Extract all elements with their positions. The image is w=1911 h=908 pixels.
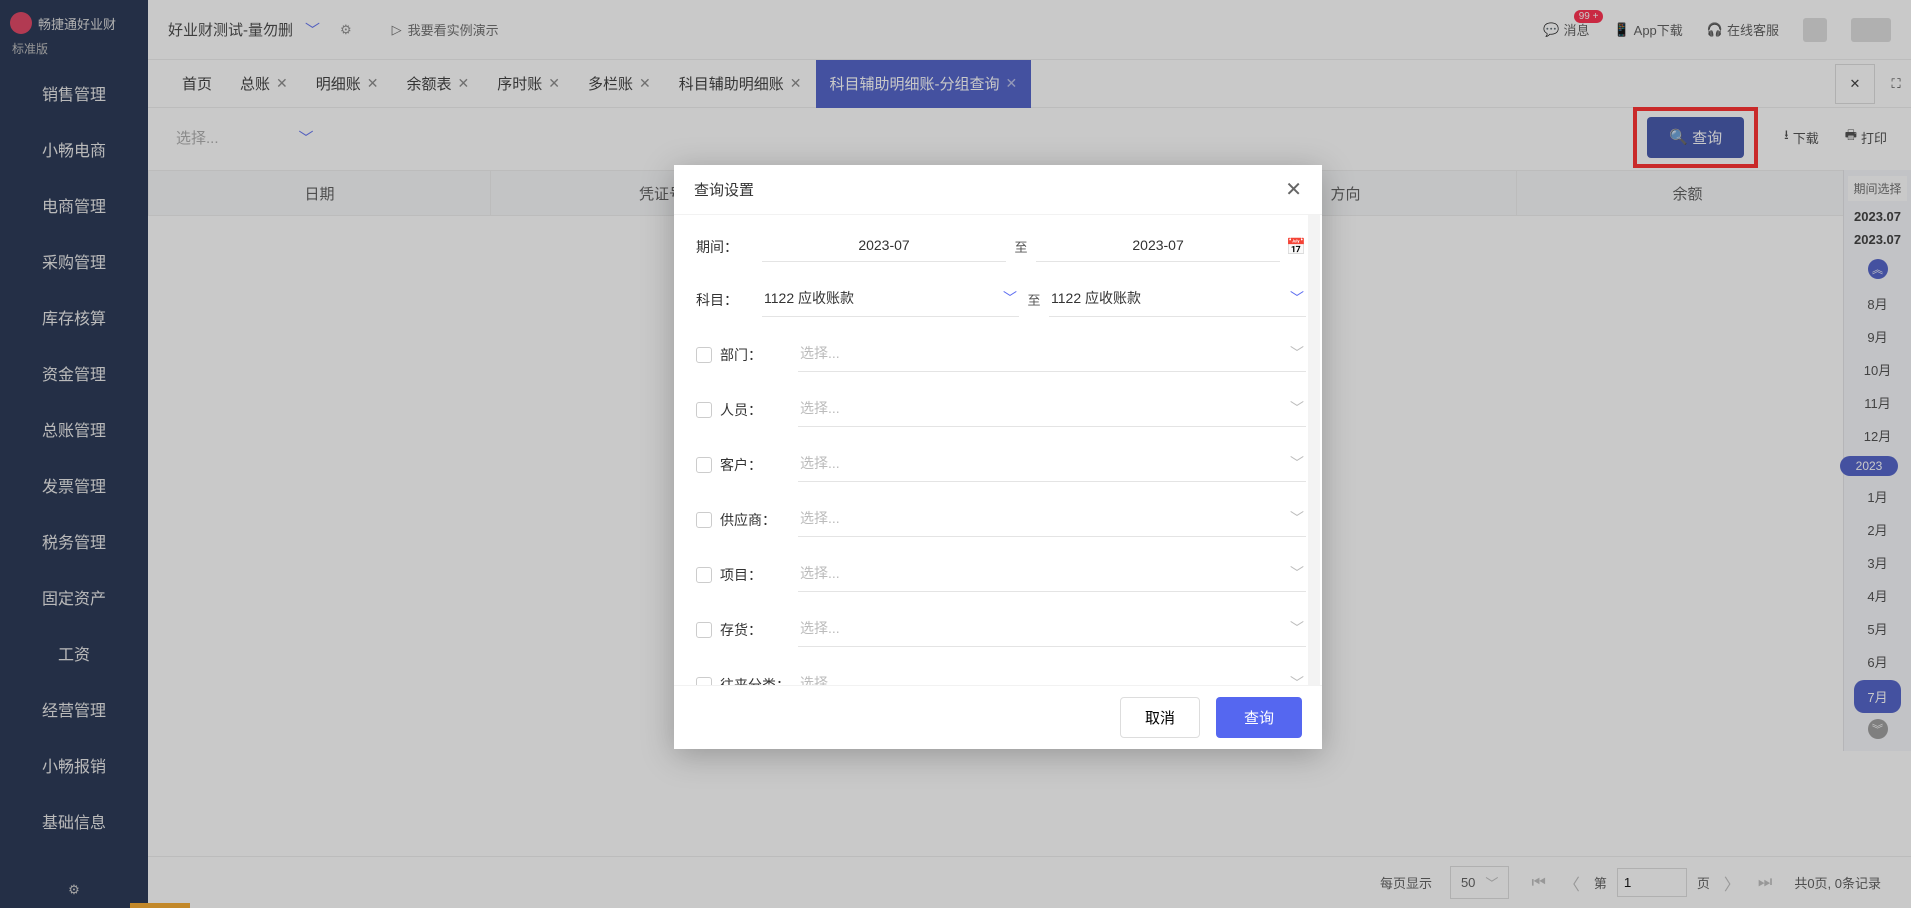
filter-select[interactable]: 选择...﹀ bbox=[798, 447, 1306, 482]
chevron-down-icon: ﹀ bbox=[1290, 673, 1304, 685]
filter-label: 客户： bbox=[720, 455, 798, 475]
filter-select[interactable]: 选择...﹀ bbox=[798, 667, 1306, 685]
chevron-down-icon: ﹀ bbox=[1290, 288, 1304, 308]
modal-scrollbar[interactable] bbox=[1308, 215, 1320, 685]
filter-checkbox[interactable] bbox=[696, 677, 712, 686]
subject-to-select[interactable]: 1122 应收账款﹀ bbox=[1049, 282, 1306, 317]
chevron-down-icon: ﹀ bbox=[1290, 343, 1304, 363]
filter-checkbox[interactable] bbox=[696, 622, 712, 638]
confirm-query-button[interactable]: 查询 bbox=[1216, 697, 1302, 738]
filter-checkbox[interactable] bbox=[696, 512, 712, 528]
subject-from-select[interactable]: 1122 应收账款﹀ bbox=[762, 282, 1019, 317]
filter-checkbox[interactable] bbox=[696, 347, 712, 363]
subject-label: 科目： bbox=[696, 290, 762, 310]
chevron-down-icon: ﹀ bbox=[1290, 508, 1304, 528]
modal-title: 查询设置 bbox=[694, 179, 754, 200]
filter-label: 部门： bbox=[720, 345, 798, 365]
filter-label: 供应商： bbox=[720, 510, 798, 530]
filter-checkbox[interactable] bbox=[696, 567, 712, 583]
close-icon[interactable]: ✕ bbox=[1285, 177, 1302, 202]
to-label: 至 bbox=[1006, 237, 1036, 256]
filter-select[interactable]: 选择...﹀ bbox=[798, 557, 1306, 592]
filter-checkbox[interactable] bbox=[696, 402, 712, 418]
period-label: 期间： bbox=[696, 237, 762, 257]
filter-label: 往来分类： bbox=[720, 675, 798, 686]
filter-select[interactable]: 选择...﹀ bbox=[798, 392, 1306, 427]
filter-checkbox[interactable] bbox=[696, 457, 712, 473]
chevron-down-icon: ﹀ bbox=[1290, 563, 1304, 583]
period-from-input[interactable]: 2023-07 bbox=[762, 231, 1006, 262]
chevron-down-icon: ﹀ bbox=[1003, 288, 1017, 308]
calendar-icon[interactable]: 📅 bbox=[1286, 237, 1306, 257]
chevron-down-icon: ﹀ bbox=[1290, 398, 1304, 418]
cancel-button[interactable]: 取消 bbox=[1120, 697, 1200, 738]
filter-label: 存货： bbox=[720, 620, 798, 640]
period-to-input[interactable]: 2023-07 bbox=[1036, 231, 1280, 262]
to-label: 至 bbox=[1019, 290, 1049, 309]
filter-select[interactable]: 选择...﹀ bbox=[798, 502, 1306, 537]
query-settings-modal: 查询设置 ✕ 期间： 2023-07 至 2023-07 📅 科目： 1122 … bbox=[674, 165, 1322, 749]
filter-select[interactable]: 选择...﹀ bbox=[798, 612, 1306, 647]
filter-select[interactable]: 选择...﹀ bbox=[798, 337, 1306, 372]
chevron-down-icon: ﹀ bbox=[1290, 618, 1304, 638]
filter-label: 人员： bbox=[720, 400, 798, 420]
chevron-down-icon: ﹀ bbox=[1290, 453, 1304, 473]
filter-label: 项目： bbox=[720, 565, 798, 585]
